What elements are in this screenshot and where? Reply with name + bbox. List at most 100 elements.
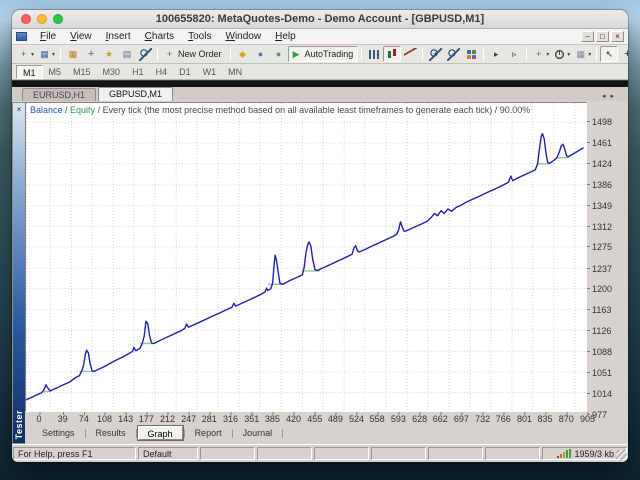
menu-file[interactable]: File <box>33 30 63 43</box>
tester-tab-separator <box>84 428 86 438</box>
legend-separator: / <box>62 105 71 115</box>
candlestick-button[interactable] <box>383 46 402 62</box>
autotrading-button[interactable]: ▶ AutoTrading <box>287 46 359 62</box>
chart-plus-icon: + <box>20 48 27 59</box>
tester-tab-report[interactable]: Report <box>186 426 231 440</box>
zoom-in-button[interactable]: + <box>426 46 444 62</box>
terminal-button[interactable]: ▤ <box>118 46 136 62</box>
menu-window[interactable]: Window <box>218 30 268 43</box>
line-chart-button[interactable] <box>401 46 419 62</box>
bars-icon <box>367 47 381 61</box>
status-empty-cell <box>314 447 369 460</box>
timeframe-m5[interactable]: M5 <box>43 65 68 79</box>
traffic-lights <box>21 14 63 24</box>
mdi-restore-button[interactable]: □ <box>596 31 609 42</box>
title-bar[interactable]: 100655820: MetaQuotes-Demo - Demo Accoun… <box>12 10 628 29</box>
tester-tab-journal[interactable]: Journal <box>234 426 282 440</box>
timeframe-h1[interactable]: H1 <box>126 65 150 79</box>
magnifier-icon: + <box>428 47 442 61</box>
dropdown-arrow-icon[interactable]: ▾ <box>31 51 34 58</box>
menu-insert[interactable]: Insert <box>99 30 138 43</box>
data-window-button[interactable]: + <box>82 46 100 62</box>
x-tick-label: 143 <box>118 412 134 424</box>
market-watch-button[interactable]: ▦ <box>64 46 82 62</box>
timeframe-m30[interactable]: M30 <box>97 65 127 79</box>
balance-line <box>26 133 584 401</box>
y-tick-label: 1200 <box>586 284 613 295</box>
chart-shift-button[interactable]: ▹ <box>505 46 523 62</box>
timeframe-h4[interactable]: H4 <box>150 65 174 79</box>
navigator-button[interactable]: ★ <box>100 46 118 62</box>
timeframe-w1[interactable]: W1 <box>197 65 223 79</box>
auto-scroll-button[interactable]: ▸ <box>487 46 505 62</box>
application-window: 100655820: MetaQuotes-Demo - Demo Accoun… <box>12 10 628 462</box>
periods-button[interactable]: ▾ <box>551 46 572 62</box>
toolbar-separator <box>361 47 363 61</box>
news-button[interactable]: ● <box>270 46 288 62</box>
mdi-window-controls: – □ × <box>581 31 624 42</box>
main-toolbar: + ▾ ▦ ▾ ▦ + ★ ▤ + New Order ◆ ● ● ▶ AutoTrading + - ▸ ▹ + ▾ ▾… <box>12 45 628 64</box>
linechart-icon <box>403 47 417 61</box>
graph-wrap: Balance / Equity / Every tick (the most … <box>25 102 628 420</box>
tile-windows-button[interactable] <box>462 46 480 62</box>
y-tick-label: 1163 <box>586 305 612 316</box>
crosshair-icon: + <box>621 48 628 61</box>
zoom-out-button[interactable]: - <box>444 46 462 62</box>
metaeditor-button[interactable]: ◆ <box>234 46 252 62</box>
x-tick-label: 558 <box>369 412 385 424</box>
timeframe-m15[interactable]: M15 <box>67 65 97 79</box>
dropdown-arrow-icon[interactable]: ▾ <box>52 51 55 58</box>
tester-close-button[interactable]: × <box>17 105 22 114</box>
strategy-tester-button[interactable] <box>136 46 154 62</box>
templates-button[interactable]: ▦ ▾ <box>572 46 593 62</box>
cursor-button[interactable]: ↖ <box>600 46 619 62</box>
dropdown-arrow-icon[interactable]: ▾ <box>567 51 570 58</box>
mdi-minimize-button[interactable]: – <box>581 31 594 42</box>
order-plus-icon: + <box>166 48 173 59</box>
profiles-button[interactable]: ▦ ▾ <box>36 46 57 62</box>
crosshair-button[interactable]: + <box>618 46 628 62</box>
tester-tab-graph[interactable]: Graph <box>137 426 183 440</box>
resize-grip-icon[interactable] <box>616 450 627 461</box>
menu-charts[interactable]: Charts <box>138 30 181 43</box>
timeframe-d1[interactable]: D1 <box>173 65 197 79</box>
tester-tab-results[interactable]: Results <box>87 426 135 440</box>
close-window-button[interactable] <box>21 14 31 24</box>
star-icon: ★ <box>104 48 114 59</box>
menu-view[interactable]: View <box>63 30 99 43</box>
community-button[interactable]: ● <box>252 46 270 62</box>
x-tick-label: 385 <box>264 412 280 424</box>
timeframe-m1[interactable]: M1 <box>16 64 43 79</box>
tab-scroll-right-icon[interactable]: ▸ <box>610 92 614 100</box>
chart-tab-eurusd-h1[interactable]: EURUSD,H1 <box>22 88 97 101</box>
status-profile[interactable]: Default <box>138 447 198 460</box>
profiles-icon: ▦ <box>40 48 49 59</box>
menu-help[interactable]: Help <box>268 30 303 43</box>
tester-tabs: Settings Results Graph Report Journal <box>25 425 628 441</box>
dropdown-arrow-icon[interactable]: ▾ <box>546 51 549 58</box>
menu-tools[interactable]: Tools <box>181 30 218 43</box>
bar-chart-button[interactable] <box>365 46 383 62</box>
template-icon: ▦ <box>576 48 586 59</box>
y-tick-label: 1237 <box>586 263 613 274</box>
status-empty-cell <box>428 447 483 460</box>
legend-separator: / <box>492 105 500 115</box>
tab-scroll-left-icon[interactable]: ◂ <box>602 92 606 100</box>
tester-tab-settings[interactable]: Settings <box>33 426 84 440</box>
zoom-window-button[interactable] <box>53 14 63 24</box>
cursor-arrow-icon: ↖ <box>605 48 614 59</box>
y-tick-label: 1349 <box>586 200 613 211</box>
x-tick-label: 870 <box>558 412 574 424</box>
new-order-button[interactable]: + New Order <box>161 46 227 62</box>
dropdown-arrow-icon[interactable]: ▾ <box>588 51 591 58</box>
magnifier-icon <box>138 47 152 61</box>
tester-graph[interactable]: Balance / Equity / Every tick (the most … <box>25 102 587 412</box>
timeframe-mn[interactable]: MN <box>222 65 248 79</box>
mdi-close-button[interactable]: × <box>611 31 624 42</box>
new-chart-button[interactable]: + ▾ <box>15 46 36 62</box>
status-traffic-cell: 1959/3 kb <box>542 447 627 460</box>
indicators-button[interactable]: + ▾ <box>530 46 551 62</box>
chart-tab-gbpusd-m1[interactable]: GBPUSD,M1 <box>98 87 174 101</box>
minimize-window-button[interactable] <box>37 14 47 24</box>
shift-icon: ▹ <box>511 48 517 59</box>
